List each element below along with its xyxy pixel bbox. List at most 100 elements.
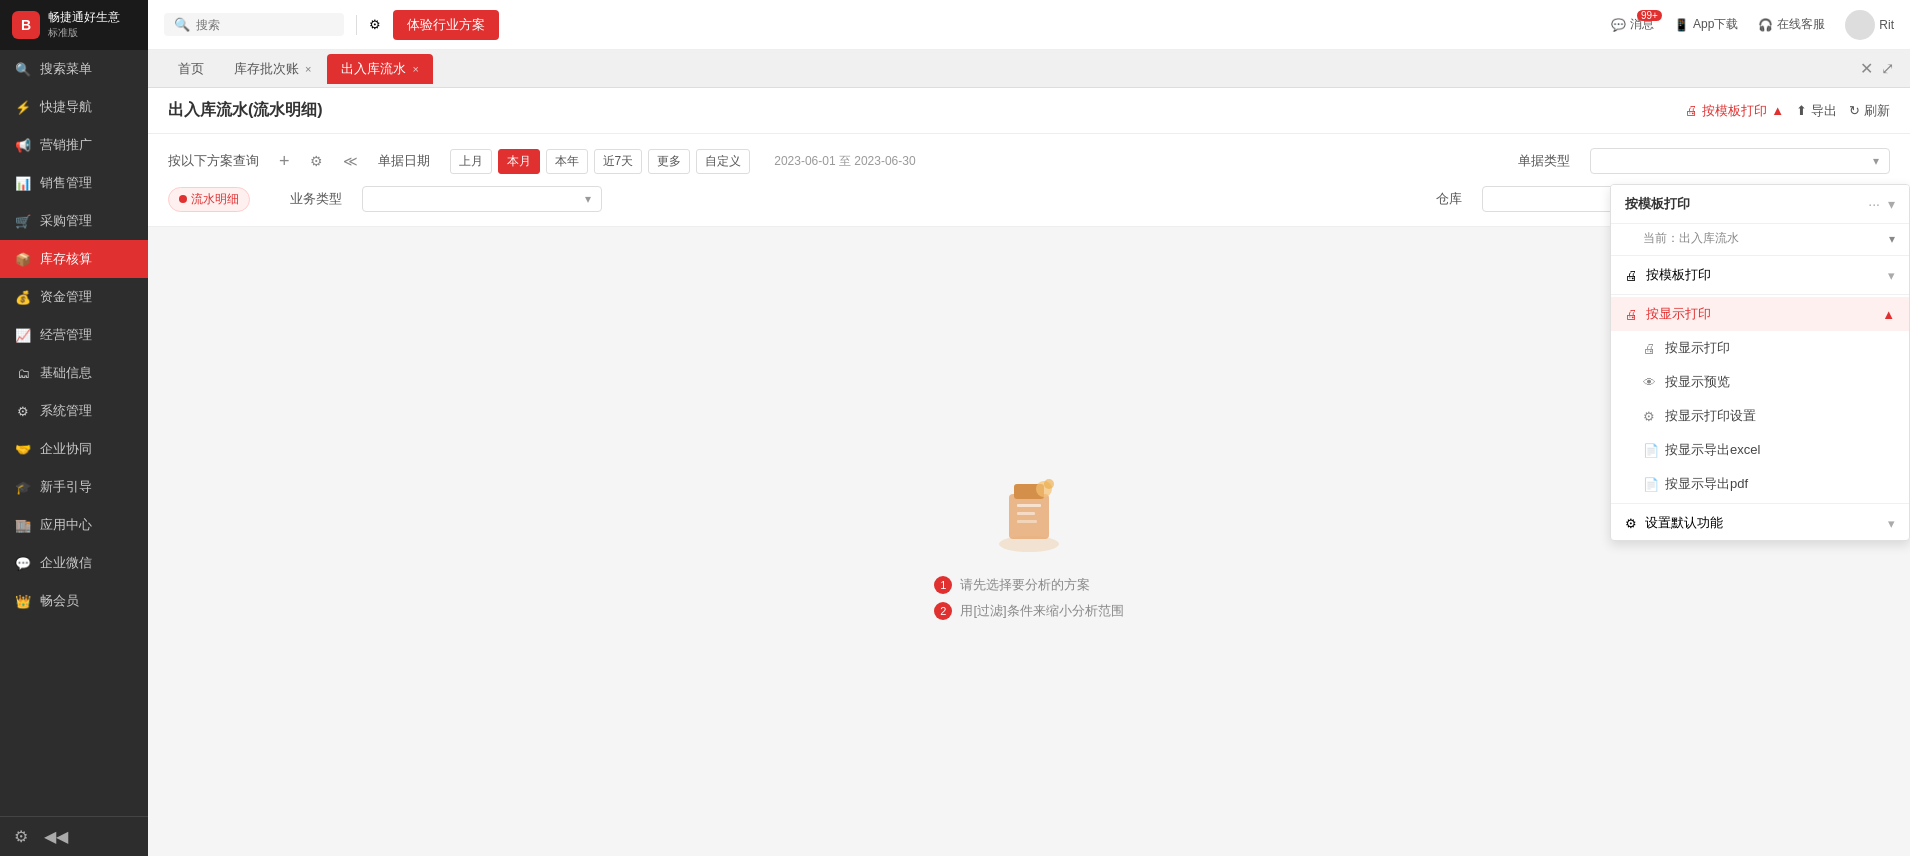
sidebar-label-system: 系统管理 — [40, 402, 92, 420]
close-tab-btn[interactable]: ✕ — [1860, 59, 1873, 78]
sidebar-icon-system: ⚙ — [14, 404, 32, 419]
step-num-2: 2 — [934, 602, 952, 620]
sidebar-item-marketing[interactable]: 📢 营销推广 — [0, 126, 148, 164]
dropdown-item-display-print-settings[interactable]: ⚙按显示打印设置 — [1611, 399, 1909, 433]
sidebar-item-system[interactable]: ⚙ 系统管理 — [0, 392, 148, 430]
tab-flow[interactable]: 出入库流水 × — [327, 54, 432, 84]
filter-row-1: 按以下方案查询 + ⚙ ≪ 单据日期 上月本月本年近7天更多自定义 2023-0… — [168, 148, 1890, 174]
filter-add-btn[interactable]: + — [279, 151, 290, 172]
user-avatar-item[interactable]: Rit — [1845, 10, 1894, 40]
expand-tab-btn[interactable]: ⤢ — [1881, 59, 1894, 78]
industry-btn[interactable]: 体验行业方案 — [393, 10, 499, 40]
main-area: 🔍 ⚙ 体验行业方案 💬 消息 99+ 📱 App下载 🎧 在线客服 Rit — [148, 0, 1910, 856]
print-label: 按模板打印 — [1702, 102, 1767, 120]
gear-icon[interactable]: ⚙ — [369, 17, 381, 32]
filter-flow-tag: 流水明细 — [168, 187, 250, 212]
sidebar-scroll: 🔍搜索菜单⚡快捷导航 📢 营销推广 📊 销售管理 🛒 采购管理 📦库存核算💰资金管理📈经营管理… — [0, 50, 148, 816]
tab-close-flow[interactable]: × — [412, 63, 418, 75]
sidebar-item-appstore[interactable]: 🏬应用中心 — [0, 506, 148, 544]
export-btn[interactable]: ⬆ 导出 — [1796, 102, 1837, 120]
date-btn-近7天[interactable]: 近7天 — [594, 149, 643, 174]
flow-tag-label: 流水明细 — [191, 191, 239, 208]
date-filter-label: 单据日期 — [378, 152, 430, 170]
biz-select[interactable]: ▾ — [362, 186, 602, 212]
dropdown-header-actions: ··· ▾ — [1868, 196, 1895, 212]
online-service-item[interactable]: 🎧 在线客服 — [1758, 16, 1825, 33]
sidebar-item-inventory[interactable]: 📦库存核算 — [0, 240, 148, 278]
tab-label-flow: 出入库流水 — [341, 60, 406, 78]
dropdown-section-default-settings[interactable]: ⚙设置默认功能 ▾ — [1611, 506, 1909, 540]
sidebar-item-shortcut[interactable]: ⚡快捷导航 — [0, 88, 148, 126]
collapse-icon[interactable]: ◀◀ — [44, 827, 68, 846]
dropdown-more-icon[interactable]: ··· — [1868, 196, 1880, 212]
date-btn-上月[interactable]: 上月 — [450, 149, 492, 174]
sidebar-item-purchase[interactable]: 🛒 采购管理 — [0, 202, 148, 240]
dropdown-section-template-print[interactable]: 🖨按模板打印▾ — [1611, 258, 1909, 292]
section-chevron-default-settings: ▾ — [1888, 516, 1895, 531]
item-icon-display-preview: 👁 — [1643, 375, 1657, 389]
topbar-divider — [356, 15, 357, 35]
section-title-default-settings: ⚙设置默认功能 — [1625, 514, 1723, 532]
section-icon-template-print: 🖨 — [1625, 268, 1638, 283]
svg-rect-4 — [1017, 512, 1035, 515]
date-options: 上月本月本年近7天更多自定义 — [450, 149, 751, 174]
sidebar-item-wechat[interactable]: 💬企业微信 — [0, 544, 148, 582]
sidebar-item-collab[interactable]: 🤝企业协同 — [0, 430, 148, 468]
dropdown-item-display-print-item[interactable]: 🖨按显示打印 — [1611, 331, 1909, 365]
dropdown-item-display-excel[interactable]: 📄按显示导出excel — [1611, 433, 1909, 467]
sidebar-label-purchase: 采购管理 — [40, 212, 92, 230]
sidebar-label-basic: 基础信息 — [40, 364, 92, 382]
sidebar-label-vip: 畅会员 — [40, 592, 79, 610]
sidebar-item-guide[interactable]: 🎓新手引导 — [0, 468, 148, 506]
section-title-template-print: 🖨按模板打印 — [1625, 266, 1711, 284]
filter-collapse-btn[interactable]: ≪ — [343, 153, 358, 169]
sidebar-item-vip[interactable]: 👑畅会员 — [0, 582, 148, 620]
tabbar-actions: ✕ ⤢ — [1860, 59, 1894, 78]
settings-icon[interactable]: ⚙ — [14, 827, 28, 846]
sidebar-icon-marketing: 📢 — [14, 138, 32, 153]
item-icon-display-pdf: 📄 — [1643, 477, 1657, 491]
topbar: 🔍 ⚙ 体验行业方案 💬 消息 99+ 📱 App下载 🎧 在线客服 Rit — [148, 0, 1910, 50]
tab-label-batch: 库存批次账 — [234, 60, 299, 78]
sidebar-icon-shortcut: ⚡ — [14, 100, 32, 115]
dropdown-section-display-print[interactable]: 🖨按显示打印▲ — [1611, 297, 1909, 331]
sidebar-icon-basic: 🗂 — [14, 366, 32, 381]
sidebar-label-marketing: 营销推广 — [40, 136, 92, 154]
dropdown-close-icon[interactable]: ▾ — [1888, 196, 1895, 212]
dropdown-item-display-preview[interactable]: 👁 按显示预览 — [1611, 365, 1909, 399]
date-btn-本月[interactable]: 本月 — [498, 149, 540, 174]
tabbar: 首页 库存批次账 × 出入库流水 × ✕ ⤢ — [148, 50, 1910, 88]
tab-label-home: 首页 — [178, 60, 204, 78]
sidebar-item-operation[interactable]: 📈经营管理 — [0, 316, 148, 354]
sidebar-item-search[interactable]: 🔍搜索菜单 — [0, 50, 148, 88]
refresh-btn[interactable]: ↻ 刷新 — [1849, 102, 1890, 120]
type-select[interactable]: ▾ — [1590, 148, 1890, 174]
app-download-item[interactable]: 📱 App下载 — [1674, 16, 1738, 33]
dropdown-item-display-pdf[interactable]: 📄按显示导出pdf — [1611, 467, 1909, 501]
export-label: 导出 — [1811, 102, 1837, 120]
dropdown-panel: 按模板打印 ··· ▾ 当前：出入库流水▾🖨按模板打印▾🖨按显示打印▲🖨按显示打… — [1610, 184, 1910, 541]
item-label-display-print-settings: 按显示打印设置 — [1665, 407, 1756, 425]
tab-batch[interactable]: 库存批次账 × — [220, 54, 325, 84]
date-btn-更多[interactable]: 更多 — [648, 149, 690, 174]
filter-settings-btn[interactable]: ⚙ — [310, 153, 323, 169]
sidebar-icon-sales: 📊 — [14, 176, 32, 191]
topbar-search-container: 🔍 — [164, 13, 344, 36]
sidebar: B 畅捷通好生意 标准版 🔍搜索菜单⚡快捷导航📢营销推广📊销售管理🛒采购管理📦库… — [0, 0, 148, 856]
item-label-display-preview: 按显示预览 — [1665, 373, 1730, 391]
message-item[interactable]: 💬 消息 99+ — [1611, 16, 1654, 33]
sidebar-item-finance[interactable]: 💰资金管理 — [0, 278, 148, 316]
filter-label: 按以下方案查询 — [168, 152, 259, 170]
date-btn-自定义[interactable]: 自定义 — [696, 149, 750, 174]
sidebar-icon-purchase: 🛒 — [14, 214, 32, 229]
sidebar-item-basic[interactable]: 🗂 基础信息 — [0, 354, 148, 392]
print-btn[interactable]: 🖨 按模板打印 ▲ — [1685, 102, 1784, 120]
user-name: Rit — [1879, 18, 1894, 32]
search-input[interactable] — [196, 18, 334, 32]
sidebar-label-sales: 销售管理 — [40, 174, 92, 192]
tab-home[interactable]: 首页 — [164, 54, 218, 84]
date-btn-本年[interactable]: 本年 — [546, 149, 588, 174]
tab-close-batch[interactable]: × — [305, 63, 311, 75]
sidebar-item-sales[interactable]: 📊 销售管理 — [0, 164, 148, 202]
svg-rect-3 — [1017, 504, 1041, 507]
